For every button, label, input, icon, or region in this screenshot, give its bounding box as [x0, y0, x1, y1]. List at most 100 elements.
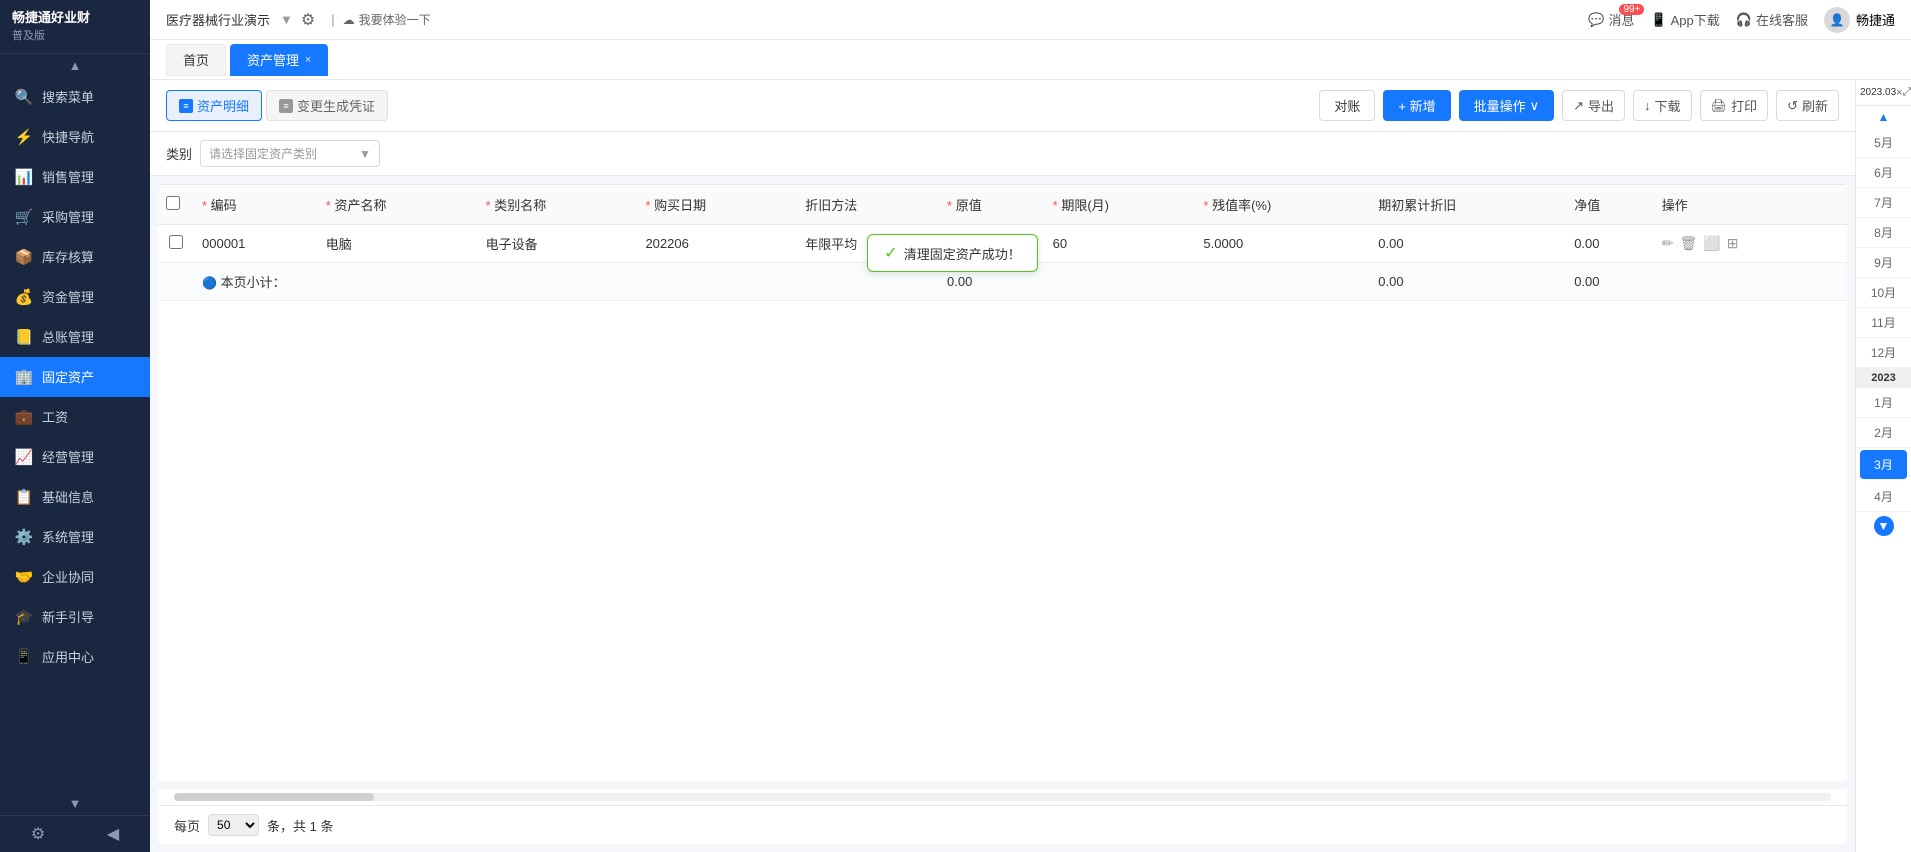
sidebar-item-label: 采购管理 [42, 207, 94, 226]
search-icon: 🔍 [14, 87, 34, 107]
col-period: * 期限(月) [1045, 185, 1196, 225]
sidebar-scroll-up[interactable]: ▲ [0, 54, 150, 77]
more-icon[interactable]: ⊞ [1727, 235, 1739, 252]
table-header-row: * 编码 * 资产名称 * 类别名称 * 购买日期 折旧方法 * 原值 * 期限… [158, 185, 1847, 225]
timeline-month-11[interactable]: 11月 [1856, 308, 1911, 338]
category-filter-select[interactable]: 请选择固定资产类别 ▼ [200, 140, 380, 167]
sidebar-item-label: 固定资产 [42, 367, 94, 386]
app-logo-sub: 普及版 [12, 27, 138, 43]
reconcile-button[interactable]: 对账 [1319, 90, 1375, 121]
timeline-down-nav[interactable]: ▼ [1856, 512, 1911, 540]
service-label: 在线客服 [1756, 10, 1808, 29]
ledger-icon: 📒 [14, 327, 34, 347]
per-page-select[interactable]: 50 100 200 [208, 814, 259, 836]
new-button[interactable]: + 新增 [1383, 90, 1450, 121]
copy-icon[interactable]: ⬜ [1703, 235, 1720, 252]
horizontal-scrollbar[interactable] [158, 789, 1847, 805]
row-net-value: 0.00 [1566, 225, 1654, 263]
toast-message: 清理固定资产成功！ [904, 244, 1021, 263]
sidebar-item-operation[interactable]: 📈 经营管理 [0, 437, 150, 477]
sidebar-item-finance[interactable]: 💰 资金管理 [0, 277, 150, 317]
experience-button[interactable]: ☁ 我要体验一下 [343, 11, 431, 28]
action-icons: ✏ 🗑 ⬜ ⊞ [1662, 235, 1839, 252]
user-menu[interactable]: 👤 畅捷通 [1824, 7, 1895, 33]
sidebar-item-payroll[interactable]: 💼 工资 [0, 397, 150, 437]
timeline-month-12[interactable]: 12月 [1856, 338, 1911, 368]
timeline-month-9[interactable]: 9月 [1856, 248, 1911, 278]
row-checkbox-cell [158, 225, 194, 263]
delete-icon[interactable]: 🗑 [1680, 235, 1698, 252]
subtab-asset-detail-label: 资产明细 [197, 96, 249, 115]
subtab-asset-detail[interactable]: ≡ 资产明细 [166, 90, 262, 121]
sidebar-settings-button[interactable]: ⚙ [31, 824, 45, 844]
edit-icon[interactable]: ✏ [1662, 235, 1674, 252]
scrollbar-thumb[interactable] [174, 793, 374, 801]
sidebar-item-enterprise[interactable]: 🤝 企业协同 [0, 557, 150, 597]
sidebar-item-label: 新手引导 [42, 607, 94, 626]
message-button[interactable]: 💬 消息 99+ [1588, 10, 1634, 29]
download-button[interactable]: ↓ 下载 [1633, 90, 1692, 121]
timeline-month-5[interactable]: 5月 [1856, 128, 1911, 158]
sidebar-item-label: 销售管理 [42, 167, 94, 186]
sidebar-scroll-down[interactable]: ▼ [0, 792, 150, 815]
sub-toolbar: ≡ 资产明细 ≡ 变更生成凭证 对账 + 新增 [150, 80, 1855, 132]
timeline-month-1[interactable]: 1月 [1856, 388, 1911, 418]
timeline-down-circle[interactable]: ▼ [1874, 516, 1894, 536]
tab-asset-management[interactable]: 资产管理 × [230, 44, 328, 76]
scrollbar-track [174, 793, 1831, 801]
tab-active-label: 资产管理 [247, 50, 299, 69]
sidebar-item-purchase[interactable]: 🛒 采购管理 [0, 197, 150, 237]
sidebar-item-guide[interactable]: 🎓 新手引导 [0, 597, 150, 637]
row-name: 电脑 [318, 225, 478, 263]
sidebar-item-label: 应用中心 [42, 647, 94, 666]
filter-bar: 类别 请选择固定资产类别 ▼ [150, 132, 1855, 176]
tab-home[interactable]: 首页 [166, 44, 226, 76]
service-icon: 🎧 [1736, 12, 1752, 28]
sidebar-item-fixed-assets[interactable]: 🏢 固定资产 [0, 357, 150, 397]
timeline-up-nav[interactable]: ▲ [1856, 106, 1911, 128]
timeline-month-8[interactable]: 8月 [1856, 218, 1911, 248]
header-settings-icon[interactable]: ⚙ [301, 10, 315, 30]
app-logo-title: 畅捷通好业财 [12, 10, 138, 27]
timeline-expand-icon[interactable]: ⤢ [1903, 86, 1911, 99]
sidebar-item-basic-info[interactable]: 📋 基础信息 [0, 477, 150, 517]
tab-close-icon[interactable]: × [305, 54, 311, 66]
row-checkbox[interactable] [169, 235, 183, 249]
download-icon: ↓ [1644, 98, 1651, 113]
sidebar-collapse-button[interactable]: ◀ [107, 824, 119, 844]
change-voucher-tab-icon: ≡ [279, 99, 293, 113]
app-download-button[interactable]: 📱 App下载 [1650, 10, 1719, 29]
sidebar-item-ledger[interactable]: 📒 总账管理 [0, 317, 150, 357]
sidebar-item-app-center[interactable]: 📱 应用中心 [0, 637, 150, 677]
sidebar: 畅捷通好业财 普及版 ▲ 🔍 搜索菜单 ⚡ 快捷导航 📊 销售管理 🛒 采购管理… [0, 0, 150, 852]
sidebar-item-sales[interactable]: 📊 销售管理 [0, 157, 150, 197]
sidebar-item-search[interactable]: 🔍 搜索菜单 [0, 77, 150, 117]
print-button[interactable]: 🖨 打印 [1700, 90, 1769, 121]
content-main: ≡ 资产明细 ≡ 变更生成凭证 对账 + 新增 [150, 80, 1855, 852]
export-label: 导出 [1588, 96, 1614, 115]
sidebar-item-inventory[interactable]: 📦 库存核算 [0, 237, 150, 277]
company-dropdown-icon[interactable]: ▼ [280, 12, 293, 27]
subtab-change-voucher[interactable]: ≡ 变更生成凭证 [266, 90, 388, 121]
batch-button[interactable]: 批量操作 ∨ [1459, 90, 1555, 121]
app-download-label: App下载 [1671, 10, 1720, 29]
subtabs: ≡ 资产明细 ≡ 变更生成凭证 [166, 90, 388, 121]
sidebar-item-label: 经营管理 [42, 447, 94, 466]
select-all-checkbox[interactable] [166, 196, 180, 210]
refresh-button[interactable]: ↺ 刷新 [1776, 90, 1839, 121]
sidebar-item-quick-nav[interactable]: ⚡ 快捷导航 [0, 117, 150, 157]
timeline-month-7[interactable]: 7月 [1856, 188, 1911, 218]
sales-icon: 📊 [14, 167, 34, 187]
row-code: 000001 [194, 225, 318, 263]
export-button[interactable]: ↗ 导出 [1562, 90, 1625, 121]
col-code: * 编码 [194, 185, 318, 225]
online-service-button[interactable]: 🎧 在线客服 [1736, 10, 1808, 29]
sidebar-item-system[interactable]: ⚙️ 系统管理 [0, 517, 150, 557]
basic-info-icon: 📋 [14, 487, 34, 507]
timeline-month-3-active[interactable]: 3月 [1860, 450, 1907, 480]
timeline-month-4[interactable]: 4月 [1856, 482, 1911, 512]
tabs-bar: 首页 资产管理 × [150, 40, 1911, 80]
timeline-month-10[interactable]: 10月 [1856, 278, 1911, 308]
timeline-month-6[interactable]: 6月 [1856, 158, 1911, 188]
timeline-month-2[interactable]: 2月 [1856, 418, 1911, 448]
